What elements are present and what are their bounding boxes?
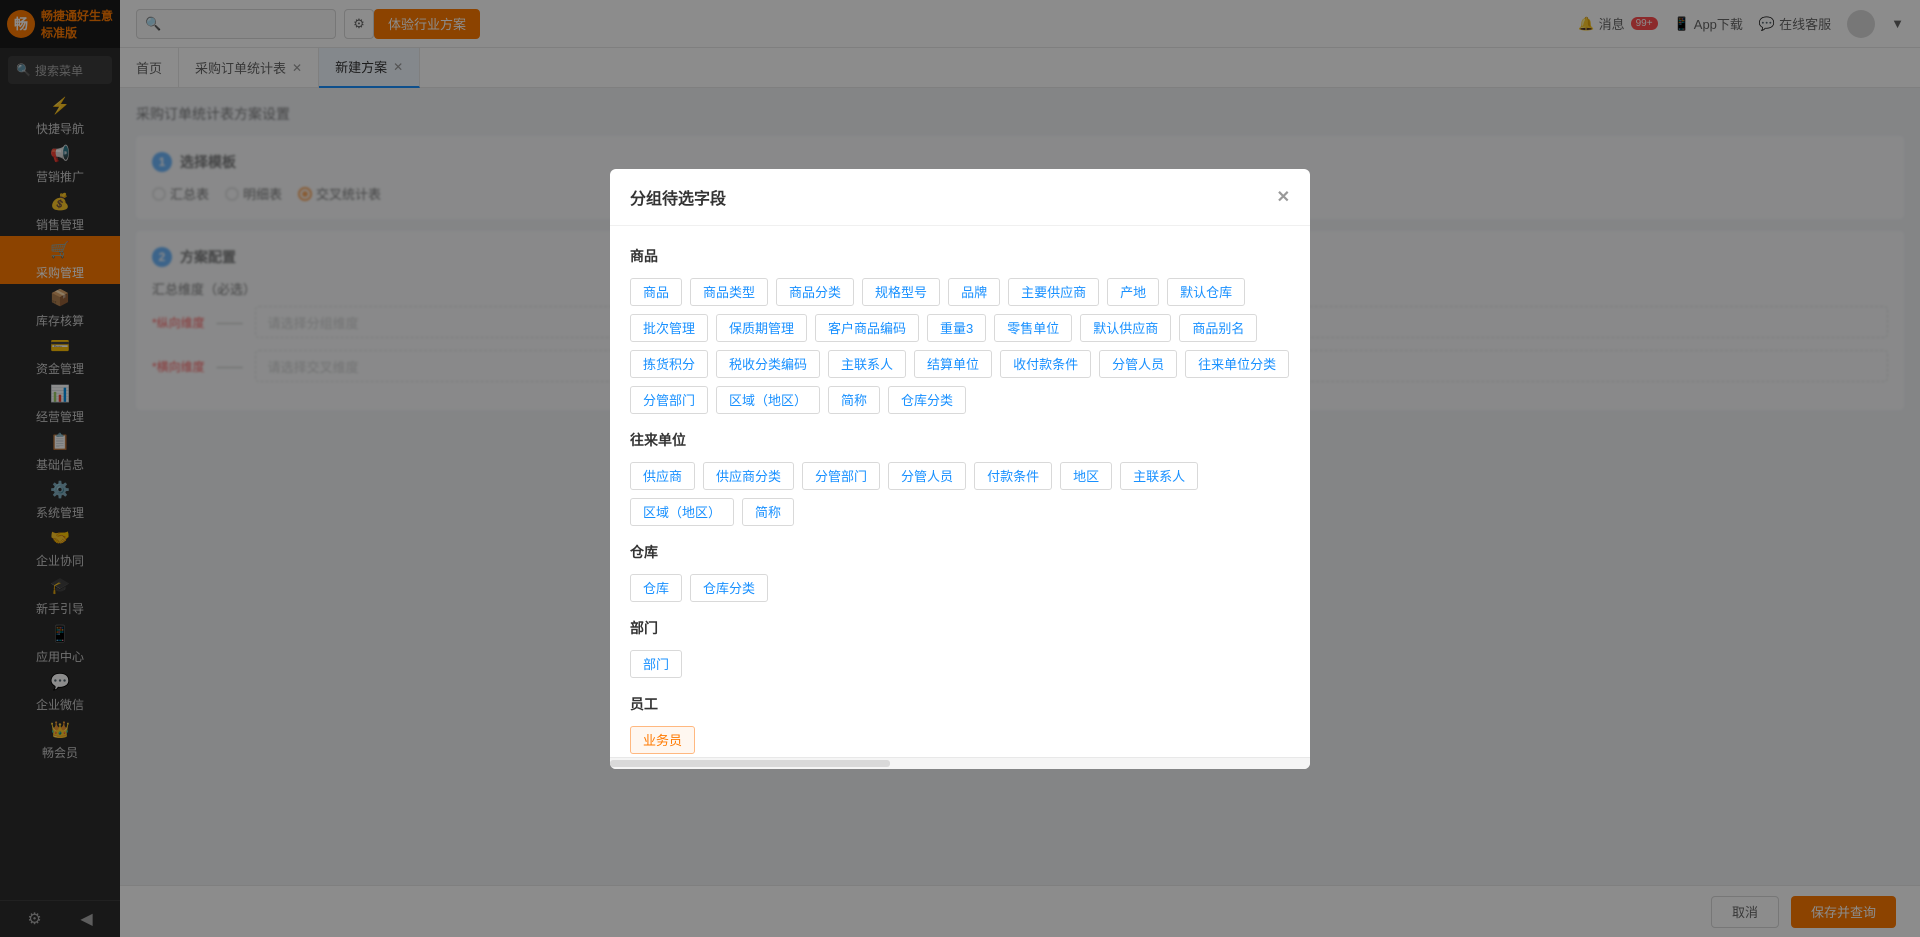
tag-grid-goods: 商品 商品类型 商品分类 规格型号 品牌 主要供应商 产地 默认仓库 批次管理 … [630, 278, 1290, 414]
tag-item[interactable]: 收付款条件 [1000, 350, 1091, 378]
tag-item[interactable]: 税收分类编码 [716, 350, 820, 378]
tag-item[interactable]: 重量3 [927, 314, 986, 342]
tag-item[interactable]: 主联系人 [828, 350, 906, 378]
tag-item[interactable]: 商品别名 [1179, 314, 1257, 342]
tag-item[interactable]: 分管人员 [888, 462, 966, 490]
tag-item[interactable]: 保质期管理 [716, 314, 807, 342]
tag-item[interactable]: 部门 [630, 650, 682, 678]
tag-item[interactable]: 默认供应商 [1080, 314, 1171, 342]
modal-title: 分组待选字段 [630, 185, 726, 209]
tag-item[interactable]: 客户商品编码 [815, 314, 919, 342]
tag-item[interactable]: 商品分类 [776, 278, 854, 306]
modal-overlay: 分组待选字段 ✕ 商品 商品 商品类型 商品分类 规格型号 品牌 主要供应商 产… [0, 0, 1920, 937]
modal-close-button[interactable]: ✕ [1277, 187, 1290, 207]
modal-horizontal-scrollbar[interactable] [610, 757, 1310, 769]
tag-item[interactable]: 分管人员 [1099, 350, 1177, 378]
section-title-contacts: 往来单位 [630, 430, 1290, 450]
tag-item[interactable]: 供应商分类 [703, 462, 794, 490]
tag-item[interactable]: 零售单位 [994, 314, 1072, 342]
tag-item[interactable]: 付款条件 [974, 462, 1052, 490]
tag-item[interactable]: 简称 [742, 498, 794, 526]
section-title-employee: 员工 [630, 694, 1290, 714]
tag-item[interactable]: 仓库分类 [888, 386, 966, 414]
tag-item[interactable]: 往来单位分类 [1185, 350, 1289, 378]
tag-item[interactable]: 结算单位 [914, 350, 992, 378]
modal-header: 分组待选字段 ✕ [610, 169, 1310, 226]
hscroll-thumb [610, 760, 890, 767]
tag-item[interactable]: 区域（地区） [630, 498, 734, 526]
tag-item[interactable]: 分管部门 [802, 462, 880, 490]
tag-grid-department: 部门 [630, 650, 1290, 678]
tag-grid-contacts: 供应商 供应商分类 分管部门 分管人员 付款条件 地区 主联系人 区域（地区） … [630, 462, 1290, 526]
tag-item[interactable]: 区域（地区） [716, 386, 820, 414]
tag-item-employee-business[interactable]: 业务员 [630, 726, 695, 754]
modal-body[interactable]: 商品 商品 商品类型 商品分类 规格型号 品牌 主要供应商 产地 默认仓库 批次… [610, 226, 1310, 757]
tag-item[interactable]: 批次管理 [630, 314, 708, 342]
tag-item[interactable]: 主联系人 [1120, 462, 1198, 490]
section-title-warehouse: 仓库 [630, 542, 1290, 562]
tag-item[interactable]: 主要供应商 [1008, 278, 1099, 306]
section-title-department: 部门 [630, 618, 1290, 638]
tag-grid-warehouse: 仓库 仓库分类 [630, 574, 1290, 602]
tag-item[interactable]: 商品类型 [690, 278, 768, 306]
tag-item[interactable]: 规格型号 [862, 278, 940, 306]
section-title-goods: 商品 [630, 246, 1290, 266]
tag-item[interactable]: 商品 [630, 278, 682, 306]
tag-item[interactable]: 品牌 [948, 278, 1000, 306]
tag-grid-employee: 业务员 [630, 726, 1290, 754]
tag-item[interactable]: 仓库 [630, 574, 682, 602]
tag-item[interactable]: 产地 [1107, 278, 1159, 306]
tag-item[interactable]: 地区 [1060, 462, 1112, 490]
tag-item[interactable]: 拣货积分 [630, 350, 708, 378]
tag-item[interactable]: 仓库分类 [690, 574, 768, 602]
tag-item[interactable]: 供应商 [630, 462, 695, 490]
tag-item[interactable]: 简称 [828, 386, 880, 414]
tag-item[interactable]: 分管部门 [630, 386, 708, 414]
field-picker-modal: 分组待选字段 ✕ 商品 商品 商品类型 商品分类 规格型号 品牌 主要供应商 产… [610, 169, 1310, 769]
tag-item[interactable]: 默认仓库 [1167, 278, 1245, 306]
